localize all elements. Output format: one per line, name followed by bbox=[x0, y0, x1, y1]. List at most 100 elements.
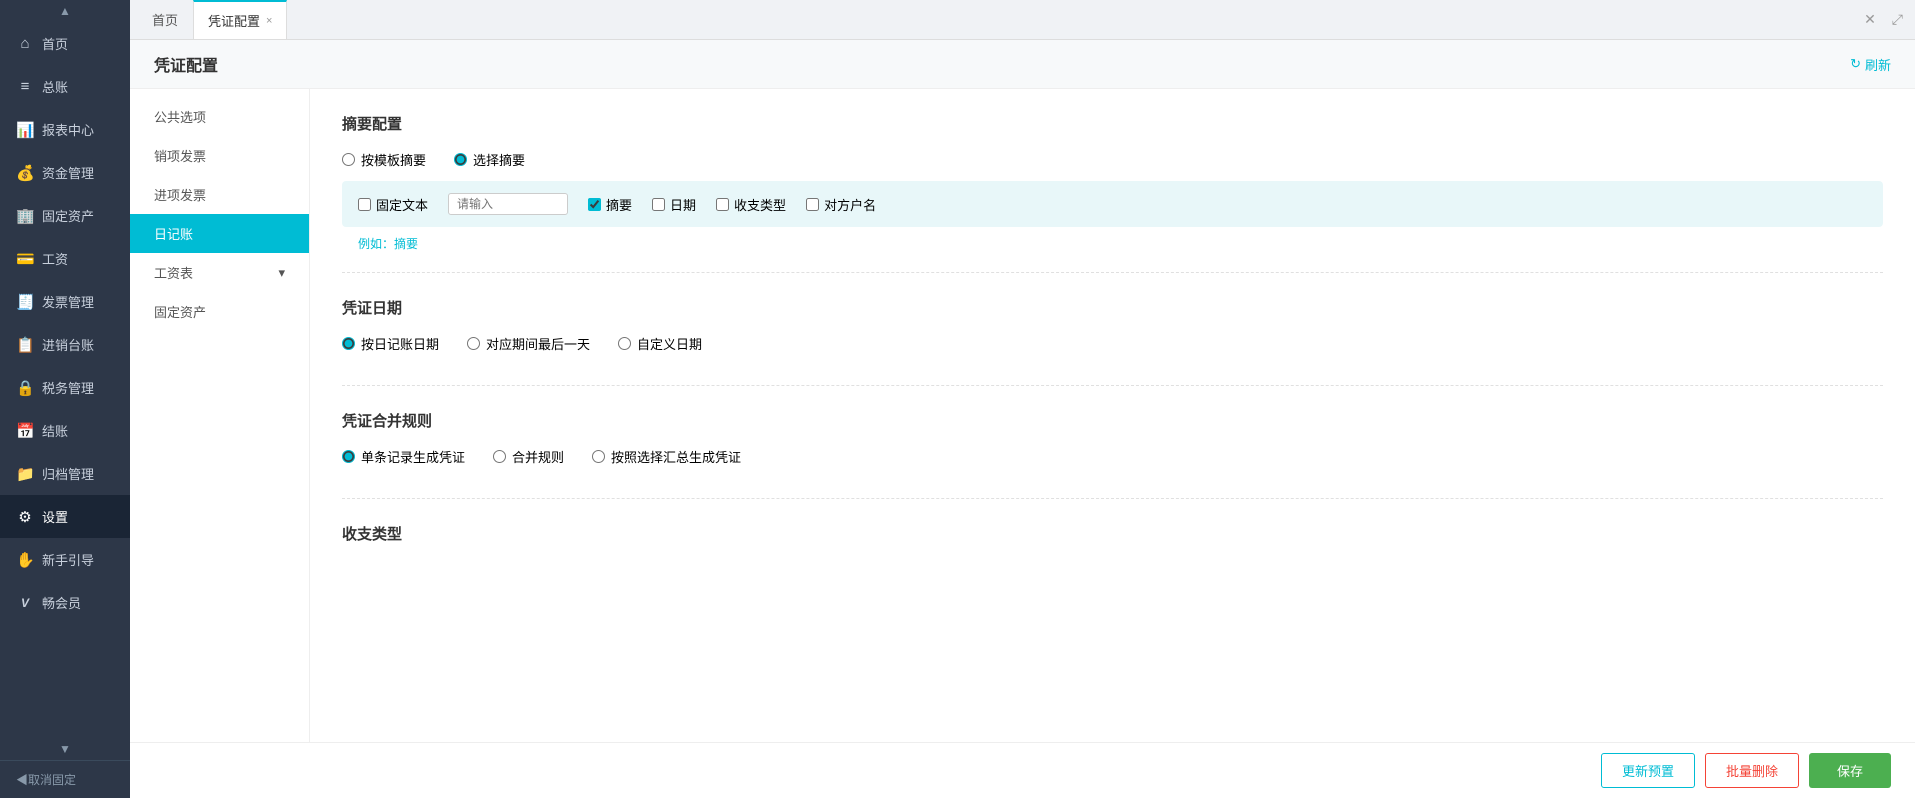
radio-template-summary[interactable]: 按模板摘要 bbox=[342, 150, 426, 169]
radio-diary-date-input[interactable] bbox=[342, 337, 355, 350]
close-account-icon: 📅 bbox=[16, 422, 34, 440]
vip-icon: V bbox=[16, 596, 34, 610]
radio-single-record[interactable]: 单条记录生成凭证 bbox=[342, 447, 465, 466]
tab-bar-right: ✕ ⤢ bbox=[1860, 7, 1907, 32]
tab-voucher-config[interactable]: 凭证配置 × bbox=[193, 0, 287, 39]
page-header: 凭证配置 ↻ 刷新 bbox=[130, 40, 1915, 89]
merge-section: 凭证合并规则 单条记录生成凭证 合并规则 按照选择汇总生成凭证 bbox=[342, 386, 1883, 499]
payroll-icon: 💳 bbox=[16, 250, 34, 268]
merge-radio-group: 单条记录生成凭证 合并规则 按照选择汇总生成凭证 bbox=[342, 447, 1883, 466]
date-title: 凭证日期 bbox=[342, 297, 1883, 318]
ledger-icon: ≡ bbox=[16, 78, 34, 95]
tab-bar: 首页 凭证配置 × ✕ ⤢ bbox=[130, 0, 1915, 40]
radio-select-total[interactable]: 按照选择汇总生成凭证 bbox=[592, 447, 741, 466]
window-restore-icon[interactable]: ⤢ bbox=[1888, 7, 1907, 32]
summary-section: 摘要配置 按模板摘要 选择摘要 bbox=[342, 89, 1883, 273]
update-preview-button[interactable]: 更新预置 bbox=[1601, 753, 1695, 788]
income-type-title: 收支类型 bbox=[342, 523, 1883, 544]
sidebar-item-archive[interactable]: 📁 归档管理 bbox=[0, 452, 130, 495]
radio-merge-rule-input[interactable] bbox=[493, 450, 506, 463]
summary-checkbox-row: 固定文本 摘要 日期 收支类型 bbox=[342, 181, 1883, 227]
report-icon: 📊 bbox=[16, 121, 34, 139]
refresh-icon: ↻ bbox=[1850, 56, 1861, 72]
nav-item-fixed-assets[interactable]: 固定资产 bbox=[130, 292, 309, 331]
date-radio-group: 按日记账日期 对应期间最后一天 自定义日期 bbox=[342, 334, 1883, 353]
sidebar: ▲ ⌂ 首页 ≡ 总账 📊 报表中心 💰 资金管理 🏢 固定资产 💳 工资 🧾 … bbox=[0, 0, 130, 798]
settings-icon: ⚙ bbox=[16, 508, 34, 526]
content-area: 凭证配置 ↻ 刷新 公共选项 销项发票 进项发票 日记账 bbox=[130, 40, 1915, 798]
right-content: 摘要配置 按模板摘要 选择摘要 bbox=[310, 89, 1915, 798]
tab-home[interactable]: 首页 bbox=[138, 0, 193, 39]
nav-item-purchase-invoice[interactable]: 进项发票 bbox=[130, 175, 309, 214]
checkbox-fixed-text[interactable]: 固定文本 bbox=[358, 195, 428, 214]
radio-custom-date[interactable]: 自定义日期 bbox=[618, 334, 702, 353]
summary-title: 摘要配置 bbox=[342, 113, 1883, 134]
sidebar-item-vip[interactable]: V 畅会员 bbox=[0, 581, 130, 624]
radio-diary-date[interactable]: 按日记账日期 bbox=[342, 334, 439, 353]
date-section: 凭证日期 按日记账日期 对应期间最后一天 自定义日期 bbox=[342, 273, 1883, 386]
nav-item-public[interactable]: 公共选项 bbox=[130, 97, 309, 136]
sidebar-scroll-down[interactable]: ▼ bbox=[0, 738, 130, 760]
invoice-icon: 🧾 bbox=[16, 293, 34, 311]
example-text: 例如：摘要 bbox=[342, 235, 1883, 252]
sidebar-item-home[interactable]: ⌂ 首页 bbox=[0, 22, 130, 65]
nav-item-sales-invoice[interactable]: 销项发票 bbox=[130, 136, 309, 175]
left-nav: 公共选项 销项发票 进项发票 日记账 工资表 ▾ 固定资产 bbox=[130, 89, 310, 798]
window-close-icon[interactable]: ✕ bbox=[1860, 7, 1880, 32]
radio-select-summary-input[interactable] bbox=[454, 153, 467, 166]
radio-single-record-input[interactable] bbox=[342, 450, 355, 463]
checkbox-summary-input[interactable] bbox=[588, 198, 601, 211]
batch-delete-button[interactable]: 批量删除 bbox=[1705, 753, 1799, 788]
sidebar-item-report[interactable]: 📊 报表中心 bbox=[0, 108, 130, 151]
chevron-down-icon: ▾ bbox=[278, 265, 285, 281]
summary-radio-group: 按模板摘要 选择摘要 bbox=[342, 150, 1883, 169]
sidebar-item-close[interactable]: 📅 结账 bbox=[0, 409, 130, 452]
tab-close-icon[interactable]: × bbox=[266, 15, 272, 27]
sidebar-item-tax[interactable]: 🔒 税务管理 bbox=[0, 366, 130, 409]
radio-select-summary[interactable]: 选择摘要 bbox=[454, 150, 525, 169]
home-icon: ⌂ bbox=[16, 35, 34, 52]
nav-item-payroll-table[interactable]: 工资表 ▾ bbox=[130, 253, 309, 292]
funds-icon: 💰 bbox=[16, 164, 34, 182]
sidebar-item-payroll[interactable]: 💳 工资 bbox=[0, 237, 130, 280]
archive-icon: 📁 bbox=[16, 465, 34, 483]
radio-template-summary-input[interactable] bbox=[342, 153, 355, 166]
checkbox-counterpart-input[interactable] bbox=[806, 198, 819, 211]
purchasesales-icon: 📋 bbox=[16, 336, 34, 354]
radio-last-day[interactable]: 对应期间最后一天 bbox=[467, 334, 590, 353]
sidebar-item-funds[interactable]: 💰 资金管理 bbox=[0, 151, 130, 194]
merge-title: 凭证合并规则 bbox=[342, 410, 1883, 431]
radio-custom-date-input[interactable] bbox=[618, 337, 631, 350]
nav-item-diary[interactable]: 日记账 bbox=[130, 214, 309, 253]
sidebar-nav: ⌂ 首页 ≡ 总账 📊 报表中心 💰 资金管理 🏢 固定资产 💳 工资 🧾 发票… bbox=[0, 22, 130, 738]
sidebar-item-purchasesales[interactable]: 📋 进销台账 bbox=[0, 323, 130, 366]
tax-icon: 🔒 bbox=[16, 379, 34, 397]
fixed-text-input[interactable] bbox=[448, 193, 568, 215]
assets-icon: 🏢 bbox=[16, 207, 34, 225]
main-area: 首页 凭证配置 × ✕ ⤢ 凭证配置 ↻ 刷新 公共选项 bbox=[130, 0, 1915, 798]
checkbox-date-input[interactable] bbox=[652, 198, 665, 211]
page-title: 凭证配置 bbox=[154, 52, 218, 76]
checkbox-income-type[interactable]: 收支类型 bbox=[716, 195, 786, 214]
sidebar-item-ledger[interactable]: ≡ 总账 bbox=[0, 65, 130, 108]
sidebar-item-invoice[interactable]: 🧾 发票管理 bbox=[0, 280, 130, 323]
checkbox-income-type-input[interactable] bbox=[716, 198, 729, 211]
radio-last-day-input[interactable] bbox=[467, 337, 480, 350]
sidebar-item-guide[interactable]: ✋ 新手引导 bbox=[0, 538, 130, 581]
radio-select-total-input[interactable] bbox=[592, 450, 605, 463]
checkbox-fixed-text-input[interactable] bbox=[358, 198, 371, 211]
refresh-button[interactable]: ↻ 刷新 bbox=[1850, 55, 1891, 74]
income-type-section: 收支类型 bbox=[342, 499, 1883, 580]
guide-icon: ✋ bbox=[16, 551, 34, 569]
radio-merge-rule[interactable]: 合并规则 bbox=[493, 447, 564, 466]
sidebar-item-assets[interactable]: 🏢 固定资产 bbox=[0, 194, 130, 237]
sidebar-unpin[interactable]: ◀取消固定 bbox=[0, 760, 130, 798]
checkbox-date[interactable]: 日期 bbox=[652, 195, 696, 214]
checkbox-counterpart[interactable]: 对方户名 bbox=[806, 195, 876, 214]
save-button[interactable]: 保存 bbox=[1809, 753, 1891, 788]
layout: 公共选项 销项发票 进项发票 日记账 工资表 ▾ 固定资产 bbox=[130, 89, 1915, 798]
checkbox-summary[interactable]: 摘要 bbox=[588, 195, 632, 214]
bottom-bar: 更新预置 批量删除 保存 bbox=[130, 742, 1915, 798]
sidebar-scroll-up[interactable]: ▲ bbox=[0, 0, 130, 22]
sidebar-item-settings[interactable]: ⚙ 设置 bbox=[0, 495, 130, 538]
